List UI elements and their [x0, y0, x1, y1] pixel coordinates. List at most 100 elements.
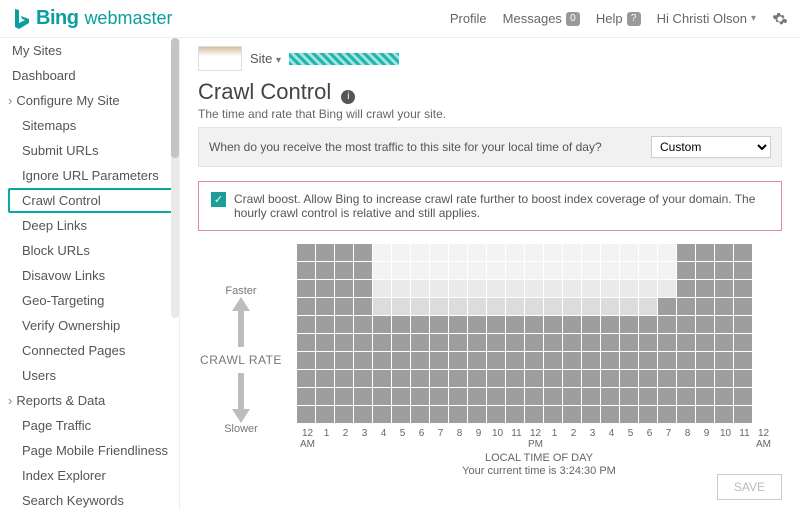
crawl-cell[interactable] — [297, 334, 315, 351]
crawl-cell[interactable] — [715, 370, 733, 387]
crawl-cell[interactable] — [563, 370, 581, 387]
sidebar-item-geo-targeting[interactable]: Geo-Targeting — [0, 288, 179, 313]
crawl-cell[interactable] — [373, 262, 391, 279]
crawl-cell[interactable] — [696, 262, 714, 279]
crawl-cell[interactable] — [525, 334, 543, 351]
crawl-cell[interactable] — [525, 406, 543, 423]
crawl-cell[interactable] — [335, 280, 353, 297]
crawl-cell[interactable] — [639, 334, 657, 351]
crawl-cell[interactable] — [354, 298, 372, 315]
crawl-cell[interactable] — [430, 388, 448, 405]
crawl-cell[interactable] — [639, 388, 657, 405]
crawl-cell[interactable] — [392, 244, 410, 261]
crawl-cell[interactable] — [392, 280, 410, 297]
crawl-cell[interactable] — [506, 316, 524, 333]
crawl-cell[interactable] — [563, 262, 581, 279]
crawl-cell[interactable] — [316, 244, 334, 261]
crawl-cell[interactable] — [487, 262, 505, 279]
crawl-cell[interactable] — [487, 298, 505, 315]
crawl-cell[interactable] — [468, 334, 486, 351]
crawl-cell[interactable] — [392, 388, 410, 405]
crawl-cell[interactable] — [715, 316, 733, 333]
crawl-cell[interactable] — [696, 334, 714, 351]
crawl-cell[interactable] — [677, 406, 695, 423]
crawl-cell[interactable] — [734, 334, 752, 351]
crawl-cell[interactable] — [316, 280, 334, 297]
crawl-cell[interactable] — [544, 406, 562, 423]
crawl-cell[interactable] — [392, 352, 410, 369]
crawl-cell[interactable] — [639, 316, 657, 333]
crawl-cell[interactable] — [582, 316, 600, 333]
crawl-cell[interactable] — [411, 298, 429, 315]
crawl-cell[interactable] — [411, 406, 429, 423]
crawl-cell[interactable] — [316, 316, 334, 333]
crawl-cell[interactable] — [620, 352, 638, 369]
crawl-cell[interactable] — [354, 406, 372, 423]
sidebar-item-index-explorer[interactable]: Index Explorer — [0, 463, 179, 488]
crawl-cell[interactable] — [468, 406, 486, 423]
crawl-cell[interactable] — [734, 280, 752, 297]
crawl-cell[interactable] — [715, 388, 733, 405]
crawl-cell[interactable] — [373, 406, 391, 423]
crawl-cell[interactable] — [411, 280, 429, 297]
crawl-cell[interactable] — [696, 406, 714, 423]
crawl-cell[interactable] — [525, 280, 543, 297]
crawl-cell[interactable] — [335, 262, 353, 279]
crawl-cell[interactable] — [297, 262, 315, 279]
crawl-cell[interactable] — [354, 388, 372, 405]
crawl-cell[interactable] — [582, 334, 600, 351]
crawl-cell[interactable] — [411, 370, 429, 387]
crawl-cell[interactable] — [677, 262, 695, 279]
crawl-cell[interactable] — [449, 298, 467, 315]
crawl-cell[interactable] — [715, 298, 733, 315]
crawl-cell[interactable] — [449, 334, 467, 351]
crawl-cell[interactable] — [354, 316, 372, 333]
crawl-cell[interactable] — [544, 316, 562, 333]
sidebar-item-my-sites[interactable]: My Sites — [0, 38, 179, 63]
crawl-cell[interactable] — [468, 316, 486, 333]
sidebar-item-users[interactable]: Users — [0, 363, 179, 388]
site-selector[interactable]: Site ▾ — [198, 46, 782, 71]
crawl-cell[interactable] — [658, 352, 676, 369]
crawl-cell[interactable] — [715, 262, 733, 279]
crawl-cell[interactable] — [620, 244, 638, 261]
traffic-pattern-select[interactable]: Custom — [651, 136, 771, 158]
crawl-cell[interactable] — [696, 388, 714, 405]
brand-logo[interactable]: Bing webmaster — [12, 7, 172, 30]
crawl-cell[interactable] — [525, 316, 543, 333]
crawl-cell[interactable] — [715, 406, 733, 423]
crawl-cell[interactable] — [297, 244, 315, 261]
crawl-cell[interactable] — [677, 334, 695, 351]
crawl-cell[interactable] — [449, 280, 467, 297]
crawl-cell[interactable] — [430, 406, 448, 423]
sidebar-item-configure-my-site[interactable]: Configure My Site — [0, 88, 179, 113]
settings-button[interactable] — [772, 11, 788, 27]
crawl-cell[interactable] — [696, 244, 714, 261]
crawl-cell[interactable] — [563, 316, 581, 333]
crawl-cell[interactable] — [297, 370, 315, 387]
crawl-cell[interactable] — [696, 280, 714, 297]
crawl-cell[interactable] — [734, 316, 752, 333]
crawl-cell[interactable] — [734, 370, 752, 387]
crawl-cell[interactable] — [677, 298, 695, 315]
crawl-cell[interactable] — [658, 370, 676, 387]
crawl-cell[interactable] — [430, 316, 448, 333]
crawl-cell[interactable] — [316, 334, 334, 351]
crawl-cell[interactable] — [639, 244, 657, 261]
crawl-cell[interactable] — [449, 370, 467, 387]
crawl-cell[interactable] — [544, 298, 562, 315]
crawl-cell[interactable] — [525, 352, 543, 369]
crawl-cell[interactable] — [563, 352, 581, 369]
crawl-cell[interactable] — [734, 244, 752, 261]
crawl-cell[interactable] — [373, 298, 391, 315]
crawl-cell[interactable] — [449, 244, 467, 261]
crawl-cell[interactable] — [430, 244, 448, 261]
crawl-cell[interactable] — [506, 298, 524, 315]
crawl-cell[interactable] — [639, 370, 657, 387]
crawl-cell[interactable] — [601, 280, 619, 297]
crawl-cell[interactable] — [373, 388, 391, 405]
user-menu[interactable]: Hi Christi Olson ▾ — [657, 11, 756, 26]
crawl-cell[interactable] — [487, 244, 505, 261]
crawl-cell[interactable] — [487, 280, 505, 297]
sidebar-item-verify-ownership[interactable]: Verify Ownership — [0, 313, 179, 338]
